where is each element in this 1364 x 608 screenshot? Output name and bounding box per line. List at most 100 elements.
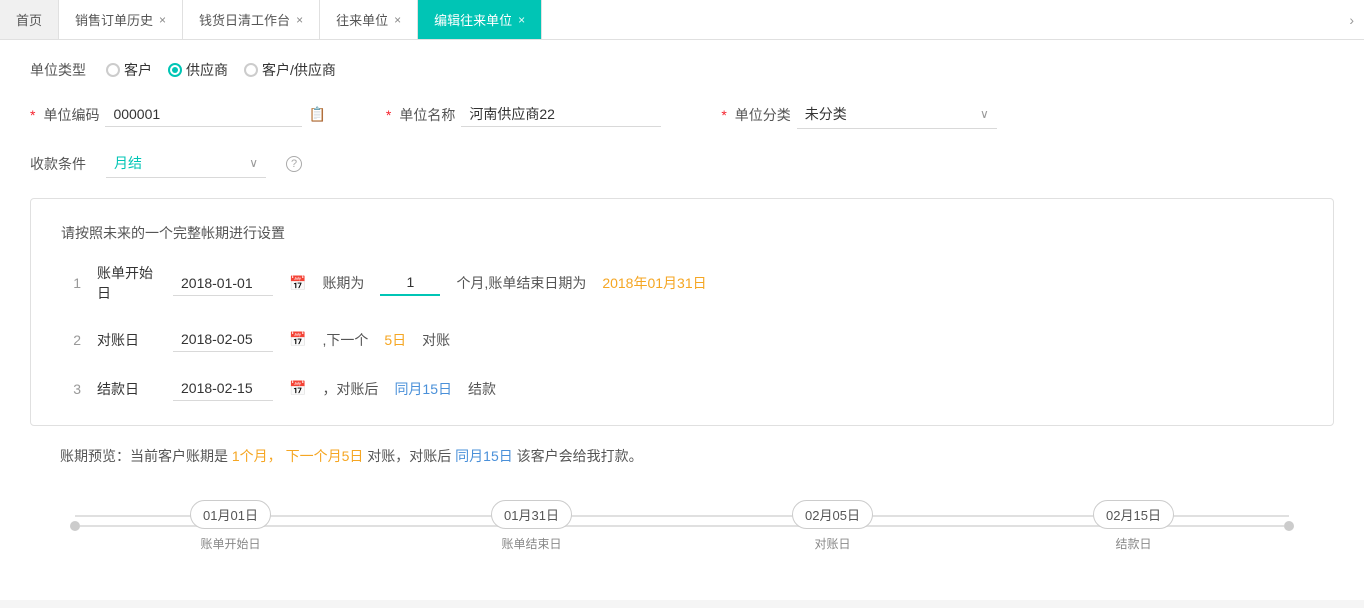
period-end-date-highlight: 2018年01月31日	[602, 273, 706, 293]
period-reconcile-highlight: 5日	[384, 330, 406, 350]
preview-section: 账期预览：当前客户账期是 1个月， 下一个月5日 对账，对账后 同月15日 该客…	[30, 446, 1334, 466]
unit-code-input[interactable]	[105, 102, 302, 127]
main-content: 单位类型 客户 供应商 客户/供应商 * 单位编码 📋 * 单位名称	[0, 40, 1364, 600]
period-label-1: 账单开始日	[97, 263, 157, 303]
unit-category-select[interactable]: 未分类 ∨	[797, 100, 997, 129]
period-num-2: 2	[61, 332, 81, 348]
unit-name-input[interactable]	[461, 102, 661, 127]
timeline-node-4: 02月15日 结款日	[1093, 500, 1174, 552]
unit-type-radio-group: 客户 供应商 客户/供应商	[106, 60, 336, 80]
timeline-bubble-3: 02月05日	[792, 500, 873, 529]
tab-partner-label: 往来单位	[336, 10, 388, 29]
period-box: 请按照未来的一个完整帐期进行设置 1 账单开始日 📅 账期为 个月,账单结束日期…	[30, 198, 1334, 426]
period-num-1: 1	[61, 275, 81, 291]
payment-row: 收款条件 月结 ∨ ?	[30, 149, 1334, 178]
period-label-2: 对账日	[97, 330, 157, 350]
payment-value: 月结	[114, 153, 243, 173]
payment-date-input[interactable]	[173, 376, 273, 401]
period-text-1b: 个月,账单结束日期为	[456, 273, 586, 293]
tab-partner-close[interactable]: ×	[394, 13, 401, 27]
payment-help-icon[interactable]: ?	[286, 156, 302, 172]
unit-category-group: * 单位分类 未分类 ∨	[721, 100, 996, 129]
reconcile-date-input[interactable]	[173, 327, 273, 352]
tab-edit-partner-label: 编辑往来单位	[434, 10, 512, 29]
unit-category-value: 未分类	[805, 104, 974, 124]
radio-both-circle	[244, 63, 258, 77]
period-text-3b: 结款	[468, 379, 496, 399]
start-date-calendar[interactable]: 📅	[289, 275, 306, 292]
period-title: 请按照未来的一个完整帐期进行设置	[61, 223, 1303, 243]
timeline-label-3: 对账日	[814, 535, 850, 552]
timeline-node-1: 01月01日 账单开始日	[190, 500, 271, 552]
unit-info-row: * 单位编码 📋 * 单位名称 * 单位分类 未分类 ∨	[30, 100, 1334, 129]
timeline-start-dot	[70, 521, 80, 531]
payment-label: 收款条件	[30, 154, 86, 174]
unit-category-star: *	[721, 107, 726, 123]
period-num-3: 3	[61, 381, 81, 397]
timeline-label-4: 结款日	[1115, 535, 1151, 552]
unit-category-label: 单位分类	[735, 105, 791, 125]
reconcile-date-calendar[interactable]: 📅	[289, 331, 306, 348]
timeline-label-1: 账单开始日	[200, 535, 260, 552]
radio-customer-circle	[106, 63, 120, 77]
tab-partner[interactable]: 往来单位 ×	[320, 0, 418, 39]
tab-cashflow-close[interactable]: ×	[296, 13, 303, 27]
unit-code-group: * 单位编码 📋	[30, 102, 326, 127]
preview-end: 该客户会给我打款。	[517, 448, 643, 464]
tab-home-label: 首页	[16, 10, 42, 29]
period-text-3a: ，对账后	[322, 379, 378, 399]
timeline-label-2: 账单结束日	[501, 535, 561, 552]
tab-home[interactable]: 首页	[0, 0, 59, 39]
preview-label: 账期预览：当前客户账期是	[60, 448, 228, 464]
tab-sales-history-close[interactable]: ×	[159, 13, 166, 27]
radio-both[interactable]: 客户/供应商	[244, 60, 336, 80]
radio-supplier-label: 供应商	[186, 60, 228, 80]
period-row-3: 3 结款日 📅 ，对账后 同月15日 结款	[61, 376, 1303, 401]
payment-date-calendar[interactable]: 📅	[289, 380, 306, 397]
timeline-bubble-2: 01月31日	[491, 500, 572, 529]
timeline-nodes-row: 01月01日 账单开始日 01月31日 账单结束日 02月05日 对账日 02月…	[60, 500, 1304, 552]
period-text-1a: 账期为	[322, 273, 364, 293]
expand-icon: ›	[1349, 12, 1354, 28]
preview-months: 1个月，	[232, 448, 282, 464]
unit-type-row: 单位类型 客户 供应商 客户/供应商	[30, 60, 1334, 80]
tab-sales-history[interactable]: 销售订单历史 ×	[59, 0, 183, 39]
preview-mid: 对账，对账后	[367, 448, 451, 464]
tab-bar: 首页 销售订单历史 × 钱货日清工作台 × 往来单位 × 编辑往来单位 × ›	[0, 0, 1364, 40]
period-payment-highlight: 同月15日	[394, 379, 452, 399]
payment-arrow: ∨	[249, 156, 258, 170]
radio-supplier[interactable]: 供应商	[168, 60, 228, 80]
preview-payment: 同月15日	[455, 448, 513, 464]
tab-cashflow-label: 钱货日清工作台	[199, 10, 290, 29]
period-text-2a: ,下一个	[322, 330, 368, 350]
payment-select[interactable]: 月结 ∨	[106, 149, 266, 178]
tab-edit-partner-close[interactable]: ×	[518, 13, 525, 27]
tab-edit-partner[interactable]: 编辑往来单位 ×	[418, 0, 542, 39]
unit-code-label: 单位编码	[43, 105, 99, 125]
timeline-bubble-1: 01月01日	[190, 500, 271, 529]
tab-expand-button[interactable]: ›	[1339, 0, 1364, 39]
period-text-2b: 对账	[422, 330, 450, 350]
copy-icon[interactable]: 📋	[308, 106, 325, 123]
tab-cashflow[interactable]: 钱货日清工作台 ×	[183, 0, 320, 39]
unit-name-group: * 单位名称	[386, 102, 661, 127]
radio-customer-label: 客户	[124, 60, 152, 80]
preview-reconcile: 下一个月5日	[286, 448, 364, 464]
tab-sales-history-label: 销售订单历史	[75, 10, 153, 29]
radio-customer[interactable]: 客户	[106, 60, 152, 80]
timeline-end-dot	[1284, 521, 1294, 531]
unit-code-star: *	[30, 107, 35, 123]
timeline-node-3: 02月05日 对账日	[792, 500, 873, 552]
radio-supplier-circle	[168, 63, 182, 77]
radio-both-label: 客户/供应商	[262, 60, 336, 80]
timeline-bubble-4: 02月15日	[1093, 500, 1174, 529]
unit-type-label: 单位类型	[30, 60, 86, 80]
period-months-input[interactable]	[380, 270, 440, 296]
timeline-node-2: 01月31日 账单结束日	[491, 500, 572, 552]
start-date-input[interactable]	[173, 271, 273, 296]
timeline: 01月01日 账单开始日 01月31日 账单结束日 02月05日 对账日 02月…	[30, 490, 1334, 572]
period-label-3: 结款日	[97, 379, 157, 399]
unit-category-arrow: ∨	[980, 107, 989, 121]
unit-name-label: 单位名称	[399, 105, 455, 125]
period-row-2: 2 对账日 📅 ,下一个 5日 对账	[61, 327, 1303, 352]
